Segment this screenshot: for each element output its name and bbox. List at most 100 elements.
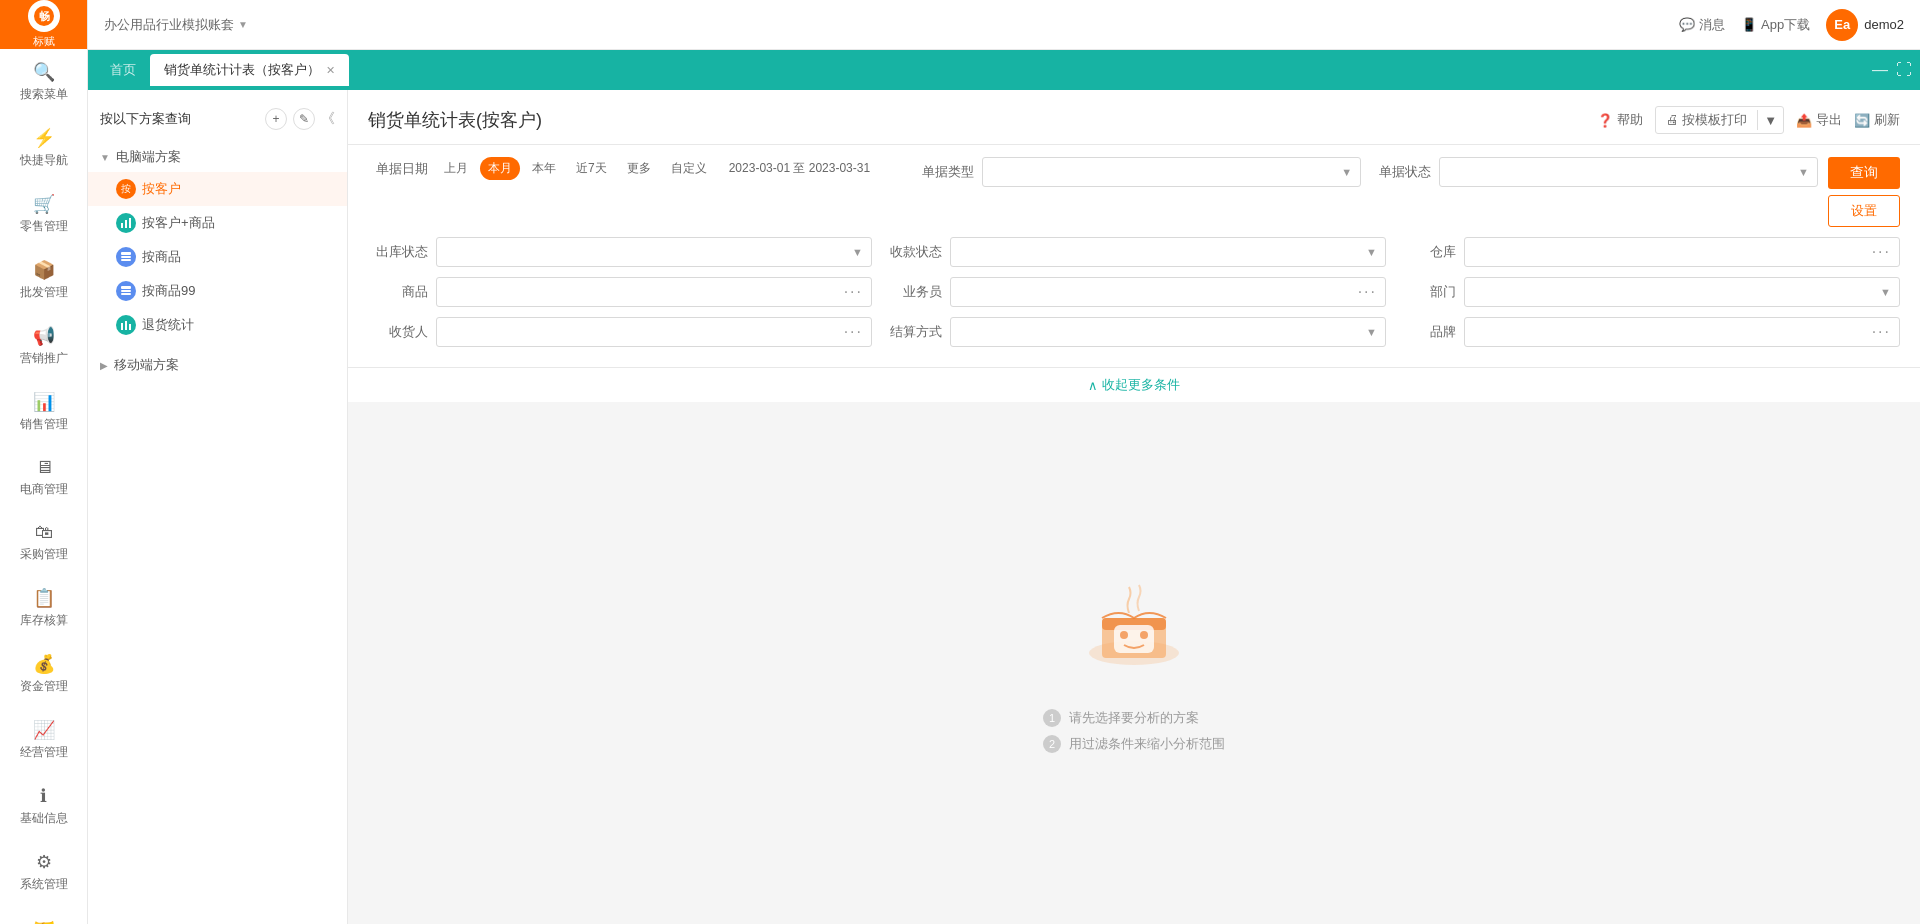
logo-icon: 畅: [28, 0, 60, 32]
sidebar-item-basic-info[interactable]: ℹ 基础信息: [0, 773, 87, 839]
scheme-item-customer-goods[interactable]: 按客户+商品: [88, 206, 347, 240]
export-button[interactable]: 📤 导出: [1796, 111, 1842, 129]
tab-home[interactable]: 首页: [96, 54, 150, 86]
customer-goods-icon: [116, 213, 136, 233]
brand-dots-icon: ···: [1872, 323, 1891, 341]
page-header: 销货单统计表(按客户) ❓ 帮助 🖨 按模板打印 ▼: [348, 90, 1920, 145]
sidebar-item-search[interactable]: 🔍 搜索菜单: [0, 49, 87, 115]
export-label: 导出: [1816, 111, 1842, 129]
goods99-icon: [116, 281, 136, 301]
settings-button[interactable]: 设置: [1828, 195, 1900, 227]
print-label: 按模板打印: [1682, 112, 1747, 127]
date-tab-last-month[interactable]: 上月: [436, 157, 476, 180]
print-dropdown-icon[interactable]: ▼: [1758, 109, 1783, 132]
refresh-button[interactable]: 🔄 刷新: [1854, 111, 1900, 129]
empty-tip-1: 1 请先选择要分析的方案: [1043, 709, 1225, 727]
app-download-button[interactable]: 📱 App下载: [1741, 16, 1810, 34]
collapse-panel-button[interactable]: 《: [321, 110, 335, 128]
mobile-scheme-group-header[interactable]: ▶ 移动端方案: [88, 350, 347, 380]
edit-scheme-button[interactable]: ✎: [293, 108, 315, 130]
order-status-select[interactable]: ▼: [1439, 157, 1818, 187]
desktop-scheme-group: ▼ 电脑端方案 按 按客户 按客户+商品: [88, 138, 347, 346]
sidebar-item-sales[interactable]: 📊 销售管理: [0, 379, 87, 445]
logo[interactable]: 畅 标赋: [0, 0, 87, 49]
industry-selector[interactable]: 办公用品行业模拟账套 ▼: [104, 16, 248, 34]
salesperson-select[interactable]: ···: [950, 277, 1386, 307]
sidebar-item-quick-nav-label: 快捷导航: [20, 152, 68, 169]
scheme-item-returns-label: 退货统计: [142, 316, 194, 334]
sidebar-item-inventory[interactable]: 📋 库存核算: [0, 575, 87, 641]
warehouse-select[interactable]: ···: [1464, 237, 1900, 267]
receiver-select[interactable]: ···: [436, 317, 872, 347]
download-icon: 📱: [1741, 17, 1757, 32]
scheme-item-returns[interactable]: 退货统计: [88, 308, 347, 342]
sidebar-item-marketing[interactable]: 📢 营销推广: [0, 313, 87, 379]
date-tab-custom[interactable]: 自定义: [663, 157, 715, 180]
tab-sales-stats[interactable]: 销货单统计计表（按客户） ✕: [150, 54, 349, 86]
goods-label: 商品: [368, 283, 428, 301]
order-status-arrow-icon: ▼: [1798, 166, 1809, 178]
sidebar-item-purchase-label: 采购管理: [20, 546, 68, 563]
date-tab-this-year[interactable]: 本年: [524, 157, 564, 180]
svg-rect-12: [125, 321, 127, 330]
sidebar-item-retail[interactable]: 🛒 零售管理: [0, 181, 87, 247]
date-tab-7days[interactable]: 近7天: [568, 157, 615, 180]
quick-nav-icon: ⚡: [33, 127, 55, 149]
print-button[interactable]: 🖨 按模板打印: [1656, 107, 1758, 133]
sidebar-item-ecommerce[interactable]: 🖥 电商管理: [0, 445, 87, 510]
svg-rect-13: [129, 324, 131, 330]
help-label: 帮助: [1617, 111, 1643, 129]
sidebar-item-retail-label: 零售管理: [20, 218, 68, 235]
sidebar-item-wholesale[interactable]: 📦 批发管理: [0, 247, 87, 313]
system-icon: ⚙: [36, 851, 52, 873]
header-right: 💬 消息 📱 App下载 Ea demo2: [1679, 9, 1904, 41]
receipt-status-select[interactable]: ▼: [950, 237, 1386, 267]
print-button-group: 🖨 按模板打印 ▼: [1655, 106, 1785, 134]
sidebar-item-collab[interactable]: 🤝 企业协同: [0, 905, 87, 924]
order-type-select[interactable]: ▼: [982, 157, 1361, 187]
help-icon: ❓: [1597, 113, 1613, 128]
sidebar-item-quick-nav[interactable]: ⚡ 快捷导航: [0, 115, 87, 181]
help-button[interactable]: ❓ 帮助: [1597, 111, 1643, 129]
message-button[interactable]: 💬 消息: [1679, 16, 1725, 34]
ecommerce-icon: 🖥: [35, 457, 53, 478]
collapse-more-button[interactable]: ∧ 收起更多条件: [348, 368, 1920, 402]
collapse-icon: 《: [321, 110, 335, 126]
operations-icon: 📈: [33, 719, 55, 741]
user-info[interactable]: Ea demo2: [1826, 9, 1904, 41]
query-button[interactable]: 查询: [1828, 157, 1900, 189]
desktop-scheme-group-header[interactable]: ▼ 电脑端方案: [88, 142, 347, 172]
sidebar-item-operations[interactable]: 📈 经营管理: [0, 707, 87, 773]
out-status-select[interactable]: ▼: [436, 237, 872, 267]
out-status-arrow-icon: ▼: [852, 246, 863, 258]
tab-minimize-icon[interactable]: —: [1872, 61, 1888, 79]
sidebar-item-purchase[interactable]: 🛍 采购管理: [0, 510, 87, 575]
date-tab-more[interactable]: 更多: [619, 157, 659, 180]
scheme-item-goods99[interactable]: 按商品99: [88, 274, 347, 308]
scheme-item-by-customer[interactable]: 按 按客户: [88, 172, 347, 206]
out-status-label: 出库状态: [368, 243, 428, 261]
scheme-item-by-goods[interactable]: 按商品: [88, 240, 347, 274]
dept-select[interactable]: ▼: [1464, 277, 1900, 307]
tab-close-icon[interactable]: ✕: [326, 64, 335, 77]
dept-label: 部门: [1396, 283, 1456, 301]
date-tab-this-month[interactable]: 本月: [480, 157, 520, 180]
settlement-select[interactable]: ▼: [950, 317, 1386, 347]
brand-select[interactable]: ···: [1464, 317, 1900, 347]
order-type-label: 单据类型: [914, 163, 974, 181]
empty-tip-2: 2 用过滤条件来缩小分析范围: [1043, 735, 1225, 753]
warehouse-label: 仓库: [1396, 243, 1456, 261]
tab-maximize-icon[interactable]: ⛶: [1896, 61, 1912, 79]
dept-arrow-icon: ▼: [1880, 286, 1891, 298]
search-icon: 🔍: [33, 61, 55, 83]
tip-num-1: 1: [1043, 709, 1061, 727]
sidebar-item-finance[interactable]: 💰 资金管理: [0, 641, 87, 707]
add-scheme-button[interactable]: +: [265, 108, 287, 130]
retail-icon: 🛒: [33, 193, 55, 215]
goods-select[interactable]: ···: [436, 277, 872, 307]
collapse-up-icon: ∧: [1088, 378, 1098, 393]
sidebar-item-sales-label: 销售管理: [20, 416, 68, 433]
sidebar-item-system[interactable]: ⚙ 系统管理: [0, 839, 87, 905]
receiver-dots-icon: ···: [844, 323, 863, 341]
mobile-scheme-group: ▶ 移动端方案: [88, 346, 347, 384]
